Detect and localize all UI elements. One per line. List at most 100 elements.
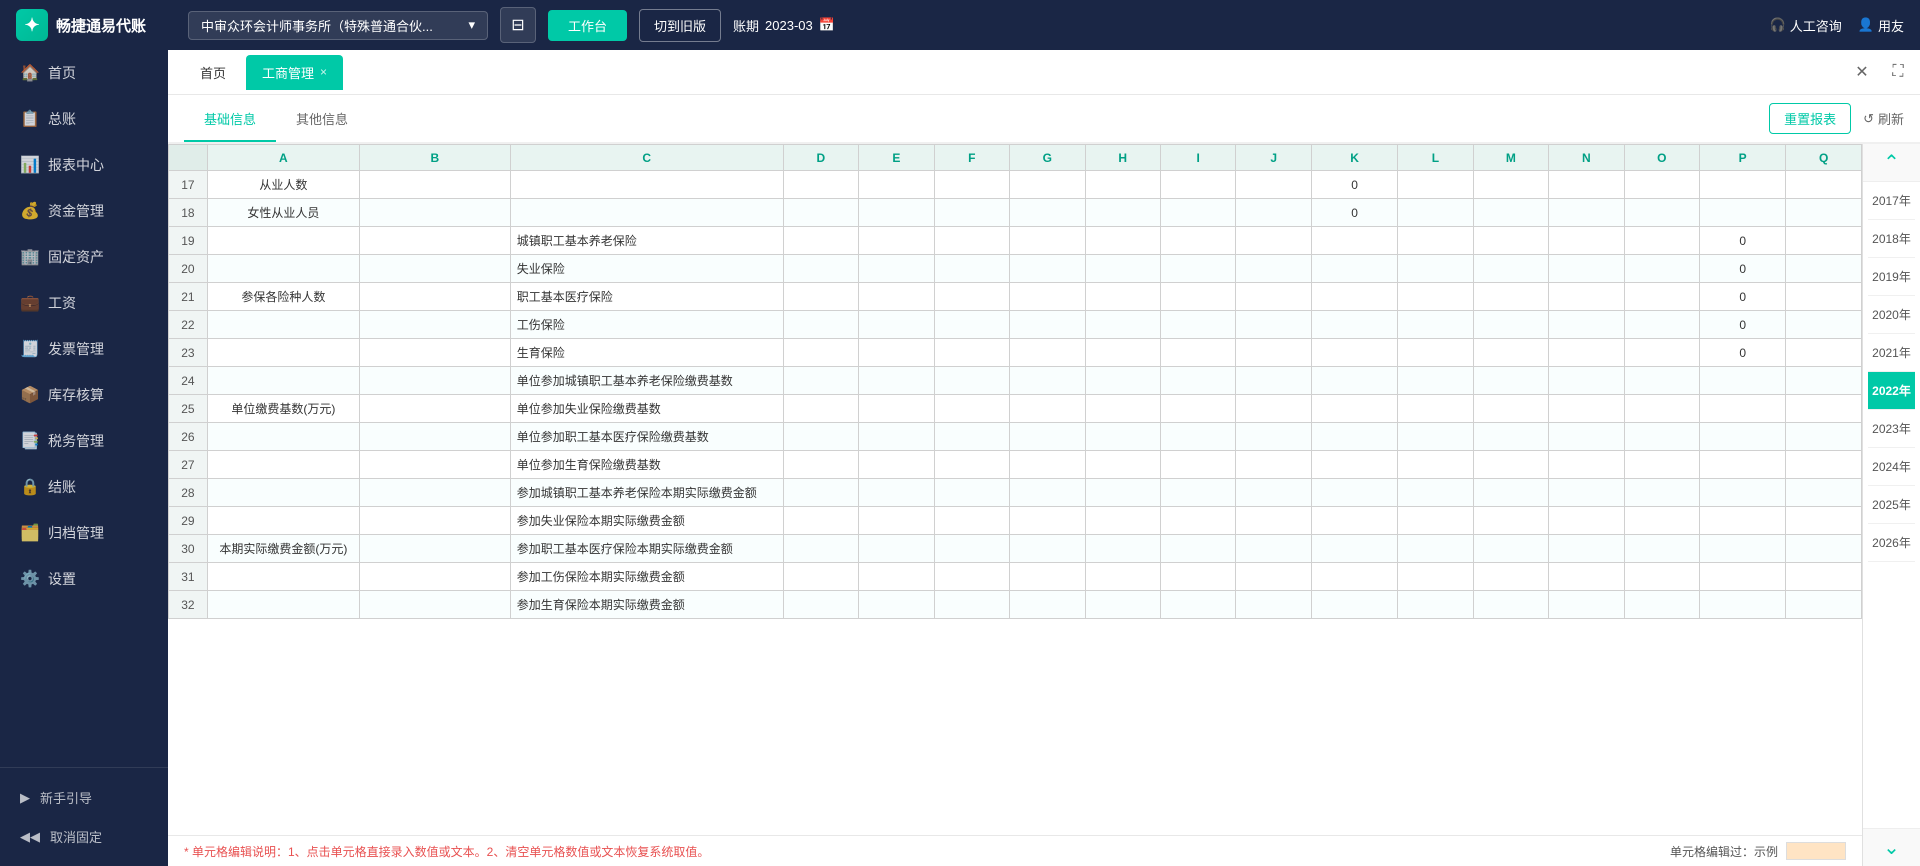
cell-i[interactable]	[1160, 339, 1235, 367]
cell-j[interactable]	[1236, 535, 1311, 563]
cell-g[interactable]	[1010, 535, 1085, 563]
cell-l[interactable]	[1398, 507, 1473, 535]
cell-j[interactable]	[1236, 423, 1311, 451]
cell-l[interactable]	[1398, 339, 1473, 367]
cell-n[interactable]	[1549, 255, 1624, 283]
cell-b[interactable]	[359, 171, 510, 199]
cell-e[interactable]	[859, 423, 934, 451]
sidebar-item-newguide[interactable]: ▶ 新手引导	[0, 778, 168, 817]
sidebar-item-ledger[interactable]: 📋 总账	[0, 96, 168, 142]
table-row[interactable]: 25单位缴费基数(万元)单位参加失业保险缴费基数	[169, 395, 1862, 423]
cell-q[interactable]	[1786, 423, 1862, 451]
cell-o[interactable]	[1624, 479, 1699, 507]
cell-p[interactable]: 0	[1700, 227, 1786, 255]
cell-g[interactable]	[1010, 395, 1085, 423]
cell-n[interactable]	[1549, 311, 1624, 339]
year-item[interactable]: 2023年	[1868, 410, 1915, 448]
cell-k[interactable]	[1311, 339, 1397, 367]
cell-m[interactable]	[1473, 171, 1548, 199]
cell-i[interactable]	[1160, 591, 1235, 619]
table-row[interactable]: 19城镇职工基本养老保险0	[169, 227, 1862, 255]
cell-h[interactable]	[1085, 227, 1160, 255]
cell-q[interactable]	[1786, 227, 1862, 255]
cell-e[interactable]	[859, 339, 934, 367]
cell-h[interactable]	[1085, 423, 1160, 451]
cell-m[interactable]	[1473, 367, 1548, 395]
cell-i[interactable]	[1160, 563, 1235, 591]
year-item[interactable]: 2025年	[1868, 486, 1915, 524]
cell-d[interactable]	[783, 423, 858, 451]
cell-p[interactable]	[1700, 367, 1786, 395]
cell-p[interactable]	[1700, 423, 1786, 451]
cell-h[interactable]	[1085, 535, 1160, 563]
sidebar-item-settings[interactable]: ⚙️ 设置	[0, 556, 168, 602]
cell-h[interactable]	[1085, 563, 1160, 591]
sub-tab-other[interactable]: 其他信息	[276, 97, 368, 142]
cell-l[interactable]	[1398, 171, 1473, 199]
cell-p[interactable]: 0	[1700, 311, 1786, 339]
cell-k[interactable]	[1311, 451, 1397, 479]
cell-e[interactable]	[859, 451, 934, 479]
sidebar-item-tax[interactable]: 📑 税务管理	[0, 418, 168, 464]
cell-g[interactable]	[1010, 451, 1085, 479]
cell-l[interactable]	[1398, 283, 1473, 311]
cell-k[interactable]	[1311, 591, 1397, 619]
cell-d[interactable]	[783, 535, 858, 563]
cell-f[interactable]	[934, 199, 1009, 227]
cell-h[interactable]	[1085, 283, 1160, 311]
cell-m[interactable]	[1473, 507, 1548, 535]
cell-i[interactable]	[1160, 227, 1235, 255]
cell-d[interactable]	[783, 451, 858, 479]
cell-b[interactable]	[359, 591, 510, 619]
cell-g[interactable]	[1010, 479, 1085, 507]
cell-d[interactable]	[783, 227, 858, 255]
table-row[interactable]: 30本期实际缴费金额(万元)参加职工基本医疗保险本期实际缴费金额	[169, 535, 1862, 563]
cell-i[interactable]	[1160, 507, 1235, 535]
cell-j[interactable]	[1236, 255, 1311, 283]
cell-e[interactable]	[859, 171, 934, 199]
cell-h[interactable]	[1085, 339, 1160, 367]
cell-m[interactable]	[1473, 563, 1548, 591]
cell-k[interactable]	[1311, 227, 1397, 255]
sidebar-item-unpin[interactable]: ◀◀ 取消固定	[0, 817, 168, 856]
cell-e[interactable]	[859, 591, 934, 619]
cell-l[interactable]	[1398, 423, 1473, 451]
cell-i[interactable]	[1160, 283, 1235, 311]
cell-c[interactable]: 失业保险	[510, 255, 783, 283]
cell-d[interactable]	[783, 479, 858, 507]
cell-q[interactable]	[1786, 339, 1862, 367]
cell-i[interactable]	[1160, 367, 1235, 395]
year-item[interactable]: 2024年	[1868, 448, 1915, 486]
cell-l[interactable]	[1398, 199, 1473, 227]
cell-e[interactable]	[859, 199, 934, 227]
cell-c[interactable]: 参加失业保险本期实际缴费金额	[510, 507, 783, 535]
cell-p[interactable]	[1700, 171, 1786, 199]
cell-b[interactable]	[359, 339, 510, 367]
cell-e[interactable]	[859, 311, 934, 339]
cell-c[interactable]: 单位参加生育保险缴费基数	[510, 451, 783, 479]
cell-n[interactable]	[1549, 199, 1624, 227]
cell-n[interactable]	[1549, 283, 1624, 311]
cell-f[interactable]	[934, 367, 1009, 395]
cell-p[interactable]: 0	[1700, 339, 1786, 367]
cell-p[interactable]	[1700, 507, 1786, 535]
cell-j[interactable]	[1236, 591, 1311, 619]
cell-c[interactable]	[510, 171, 783, 199]
cell-o[interactable]	[1624, 535, 1699, 563]
cell-f[interactable]	[934, 423, 1009, 451]
cell-a[interactable]	[207, 311, 359, 339]
cell-m[interactable]	[1473, 423, 1548, 451]
cell-b[interactable]	[359, 283, 510, 311]
cell-m[interactable]	[1473, 311, 1548, 339]
year-item[interactable]: 2017年	[1868, 182, 1915, 220]
cell-f[interactable]	[934, 255, 1009, 283]
year-panel-down-button[interactable]: ⌄	[1863, 828, 1920, 866]
cell-q[interactable]	[1786, 199, 1862, 227]
cell-i[interactable]	[1160, 255, 1235, 283]
cell-m[interactable]	[1473, 199, 1548, 227]
cell-b[interactable]	[359, 535, 510, 563]
tab-industry[interactable]: 工商管理 ×	[246, 55, 343, 90]
cell-q[interactable]	[1786, 535, 1862, 563]
cell-o[interactable]	[1624, 395, 1699, 423]
table-row[interactable]: 32参加生育保险本期实际缴费金额	[169, 591, 1862, 619]
